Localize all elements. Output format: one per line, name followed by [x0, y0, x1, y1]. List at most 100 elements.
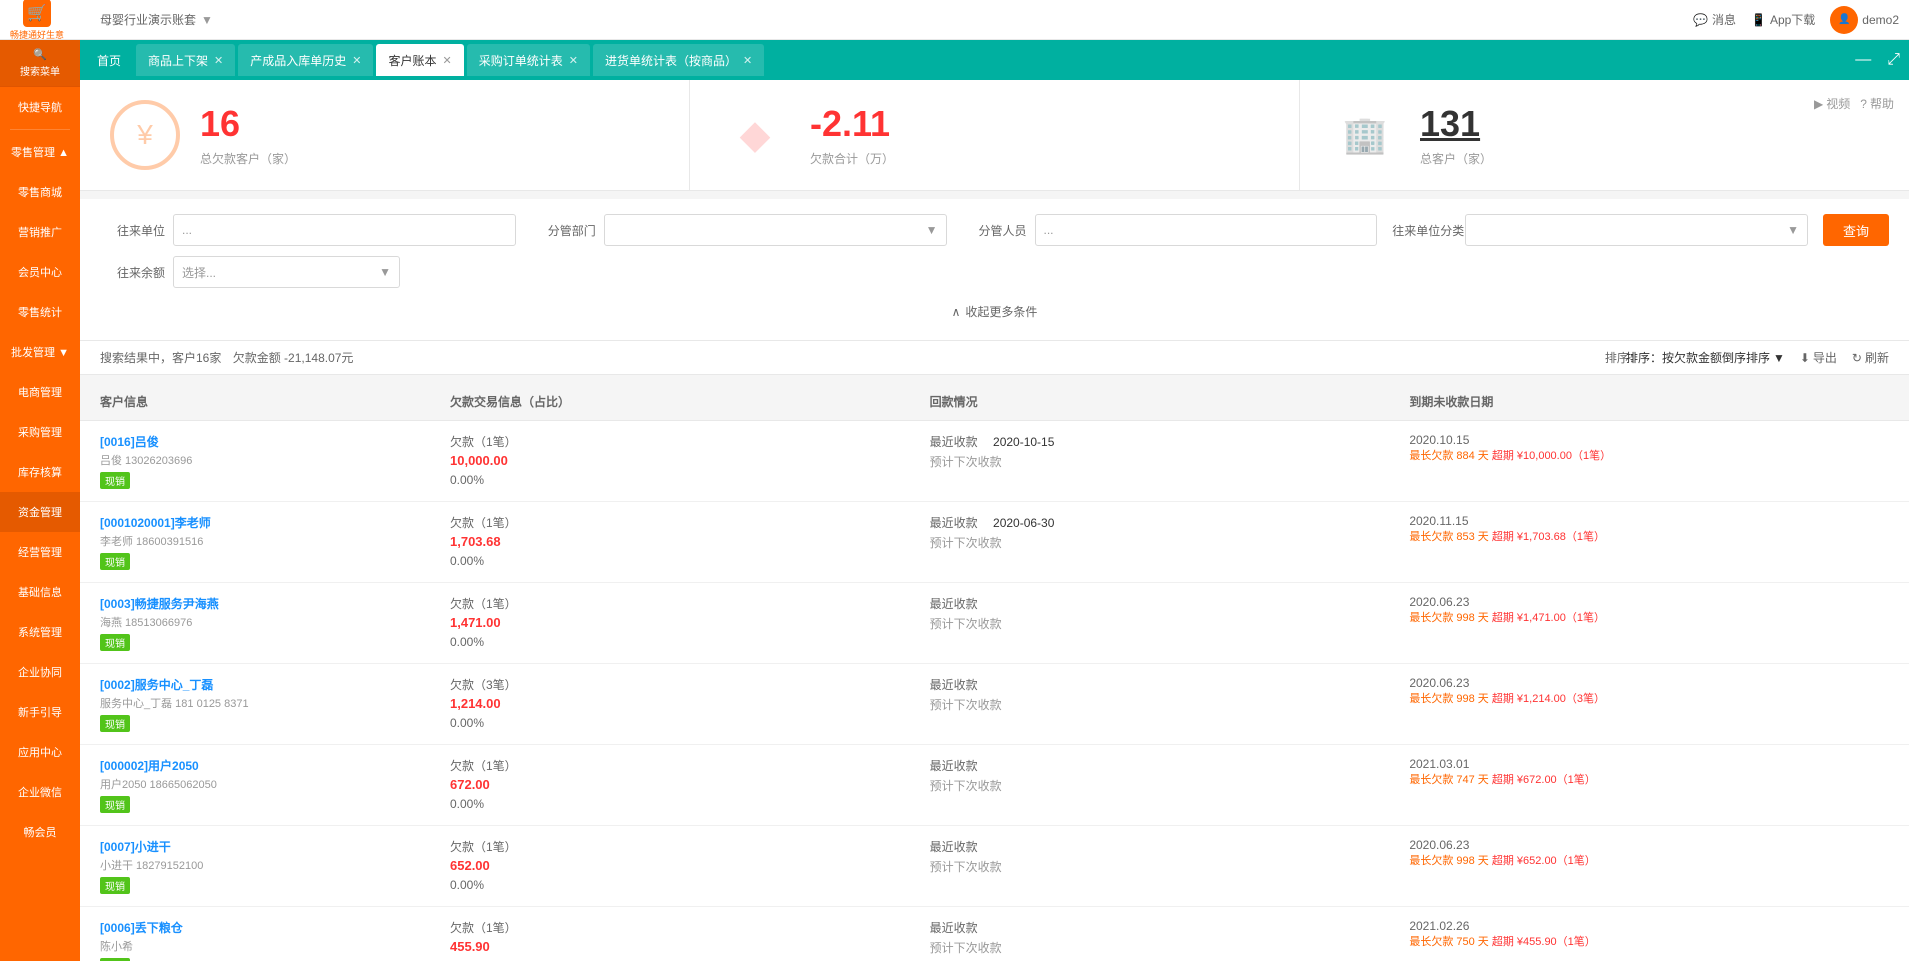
sidebar-item-newbie[interactable]: 新手引导: [0, 692, 80, 732]
user-menu[interactable]: 👤 demo2: [1830, 6, 1899, 34]
customer-name-link[interactable]: [0016]吕俊: [100, 435, 159, 449]
customer-sub-info: 陈小希: [100, 938, 450, 954]
tab-maximize-btn[interactable]: ⤢: [1883, 51, 1904, 69]
due-date-value: 2020.06.23: [1409, 838, 1889, 852]
sidebar-item-purchase[interactable]: 采购管理: [0, 412, 80, 452]
tab-purchase-order-stats[interactable]: 采购订单统计表 ✕: [467, 44, 590, 76]
tab-customer-account[interactable]: 客户账本 ✕: [376, 44, 463, 76]
customer-sub-info: 小进干 18279152100: [100, 857, 450, 873]
search-button[interactable]: 查询: [1823, 214, 1889, 246]
help-icon: ?: [1860, 97, 1867, 111]
stats-row: ¥ 16 总欠款客户（家） ◆ -2.11 欠款合计（万） 🏢: [80, 80, 1909, 191]
sidebar-item-marketing[interactable]: 营销推广: [0, 212, 80, 252]
sidebar-item-enterprise[interactable]: 企业协同: [0, 652, 80, 692]
message-icon: 💬: [1693, 13, 1708, 27]
table-row: [000002]用户2050 用户2050 18665062050 现销 欠款（…: [80, 745, 1909, 826]
recent-label: 最近收款: [930, 840, 978, 854]
overdue-days: 最长欠款 853 天 超期 ¥1,703.68（1笔）: [1409, 528, 1889, 544]
collection-cell: 最近收款 2020-10-15 预计下次收款: [930, 433, 1410, 470]
customer-name-link[interactable]: [0003]畅捷服务尹海燕: [100, 597, 219, 611]
sidebar-item-finance[interactable]: 资金管理: [0, 492, 80, 532]
sidebar-item-retail-stats[interactable]: 零售统计: [0, 292, 80, 332]
debt-info-cell: 欠款（1笔） 10,000.00 0.00%: [450, 433, 930, 487]
overdue-link[interactable]: 超期 ¥1,703.68（1笔）: [1492, 531, 1605, 543]
sidebar-item-system[interactable]: 系统管理: [0, 612, 80, 652]
refresh-btn[interactable]: ↻ 刷新: [1852, 349, 1889, 366]
sidebar-item-vip[interactable]: 畅会员: [0, 812, 80, 852]
recent-collection-label: 最近收款: [930, 676, 1410, 693]
tab-production-history[interactable]: 产成品入库单历史 ✕: [238, 44, 373, 76]
overdue-link[interactable]: 超期 ¥455.90（1笔）: [1492, 936, 1596, 948]
customer-name-link[interactable]: [0007]小进干: [100, 840, 171, 854]
sidebar-item-retail-mall[interactable]: 零售商城: [0, 172, 80, 212]
sidebar-search[interactable]: 🔍 搜索菜单: [0, 40, 80, 87]
sidebar-item-inventory[interactable]: 库存核算: [0, 452, 80, 492]
overdue-link[interactable]: 超期 ¥10,000.00（1笔）: [1492, 450, 1611, 462]
tab-close-icon[interactable]: ✕: [743, 54, 752, 67]
stat-total-customers: 🏢 131 总客户（家） ▶ 视频 ? 帮助: [1300, 80, 1909, 190]
result-debt-total: 欠款金额 -21,148.07元: [233, 351, 354, 365]
messages-btn[interactable]: 💬 消息: [1693, 11, 1736, 28]
sort-selector[interactable]: 排序：按欠款金额倒序排序 ▼: [1656, 349, 1785, 366]
customer-sub-info: 用户2050 18665062050: [100, 776, 450, 792]
tab-close-icon[interactable]: ✕: [214, 54, 223, 67]
overdue-link[interactable]: 超期 ¥672.00（1笔）: [1492, 774, 1596, 786]
customer-name-link[interactable]: [0001020001]李老师: [100, 516, 211, 530]
filter-unit-category-select[interactable]: ▼: [1465, 214, 1808, 246]
tab-product-listing[interactable]: 商品上下架 ✕: [136, 44, 235, 76]
sidebar-item-label: 经营管理: [18, 547, 62, 559]
table-row: [0003]畅捷服务尹海燕 海燕 18513066976 现销 欠款（1笔） 1…: [80, 583, 1909, 664]
sidebar-item-retail-mgmt[interactable]: 零售管理 ▲: [0, 132, 80, 172]
sidebar-item-apps[interactable]: 应用中心: [0, 732, 80, 772]
customer-sub-info: 吕俊 13026203696: [100, 452, 450, 468]
debt-info-cell: 欠款（1笔） 1,703.68 0.00%: [450, 514, 930, 568]
stat-info-1: 16 总欠款客户（家）: [200, 103, 659, 167]
tab-home[interactable]: 首页: [85, 44, 133, 76]
sidebar-item-quick-nav[interactable]: 快捷导航: [0, 87, 80, 127]
filter-customer-unit-input[interactable]: ...: [173, 214, 516, 246]
filter-department-select[interactable]: ▼: [604, 214, 947, 246]
export-btn[interactable]: ⬇ 导出: [1800, 349, 1837, 366]
video-btn[interactable]: ▶ 视频: [1814, 95, 1850, 112]
help-btn[interactable]: ? 帮助: [1860, 95, 1894, 112]
filter-balance-select[interactable]: 选择... ▼: [173, 256, 400, 288]
sidebar-item-label: 企业协同: [18, 667, 62, 679]
recent-label: 最近收款: [930, 597, 978, 611]
sidebar-item-basic-info[interactable]: 基础信息: [0, 572, 80, 612]
customer-name-link[interactable]: [0002]服务中心_丁磊: [100, 678, 213, 692]
company-selector[interactable]: 母婴行业演示账套 ▼: [90, 11, 1693, 28]
stat-debt-customers: ¥ 16 总欠款客户（家）: [80, 80, 690, 190]
result-info: 搜索结果中，客户16家 欠款金额 -21,148.07元: [100, 349, 361, 366]
filter-person-input[interactable]: ...: [1035, 214, 1378, 246]
sidebar-divider-1: [10, 129, 70, 130]
tab-minimize-btn[interactable]: —: [1851, 51, 1875, 69]
chevron-down-icon: ▼: [926, 223, 938, 237]
overdue-days: 最长欠款 884 天 超期 ¥10,000.00（1笔）: [1409, 447, 1889, 463]
overdue-link[interactable]: 超期 ¥1,471.00（1笔）: [1492, 612, 1605, 624]
customer-name-link[interactable]: [0006]丢下粮仓: [100, 921, 183, 935]
sidebar-item-wechat[interactable]: 企业微信: [0, 772, 80, 812]
customer-name-link[interactable]: [000002]用户2050: [100, 759, 199, 773]
collapse-filter-btn[interactable]: ∧ 收起更多条件: [100, 298, 1889, 325]
refresh-icon: ↻: [1852, 351, 1862, 365]
chevron-down-icon-2: ▼: [1787, 223, 1799, 237]
tab-close-icon[interactable]: ✕: [443, 54, 452, 67]
due-date-cell: 2021.02.26 最长欠款 750 天 超期 ¥455.90（1笔）: [1409, 919, 1889, 949]
sidebar-item-membership[interactable]: 会员中心: [0, 252, 80, 292]
tab-label: 首页: [97, 52, 121, 69]
overdue-link[interactable]: 超期 ¥1,214.00（3笔）: [1492, 693, 1605, 705]
customer-tag: 现销: [100, 877, 130, 894]
table-row: [0001020001]李老师 李老师 18600391516 现销 欠款（1笔…: [80, 502, 1909, 583]
sidebar-item-wholesale-mgmt[interactable]: 批发管理 ▼: [0, 332, 80, 372]
overdue-link[interactable]: 超期 ¥652.00（1笔）: [1492, 855, 1596, 867]
sidebar-item-operations[interactable]: 经营管理: [0, 532, 80, 572]
app-download-btn[interactable]: 📱 App下载: [1751, 11, 1815, 28]
tab-close-icon[interactable]: ✕: [569, 54, 578, 67]
diamond-icon: ◆: [720, 100, 790, 170]
customer-tag: 现销: [100, 472, 130, 489]
tab-close-icon[interactable]: ✕: [352, 54, 361, 67]
customer-info-cell: [0001020001]李老师 李老师 18600391516 现销: [100, 514, 450, 570]
recent-collection-label: 最近收款 2020-06-30: [930, 514, 1410, 531]
sidebar-item-ecommerce[interactable]: 电商管理: [0, 372, 80, 412]
tab-purchase-stats-product[interactable]: 进货单统计表（按商品） ✕: [593, 44, 764, 76]
